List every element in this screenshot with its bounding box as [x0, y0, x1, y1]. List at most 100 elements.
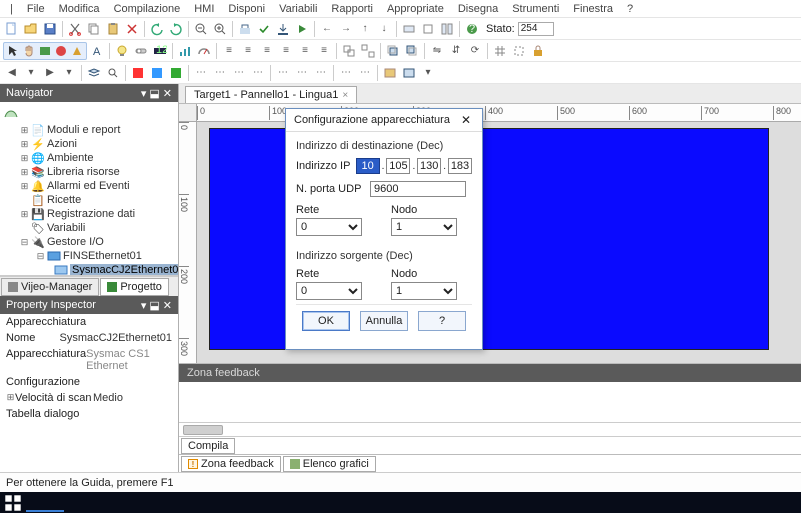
stato-input[interactable] — [518, 22, 554, 36]
align-bot-icon[interactable]: ≡ — [315, 42, 333, 60]
autohide-icon[interactable]: ⬓ — [149, 87, 159, 100]
color2-icon[interactable] — [148, 64, 166, 82]
misc5-icon[interactable]: ⋯ — [274, 64, 292, 82]
arrow-right-icon[interactable]: → — [337, 20, 355, 38]
tab-vijeo-manager[interactable]: Vijeo-Manager — [1, 278, 99, 296]
nav-back-icon[interactable]: ◀ — [3, 64, 21, 82]
misc9-icon[interactable]: ⋯ — [356, 64, 374, 82]
prop-app[interactable]: ApparecchiaturaSysmac CS1 Ethernet — [0, 346, 178, 374]
arrow-up-icon[interactable]: ↑ — [356, 20, 374, 38]
align-left-icon[interactable]: ≡ — [220, 42, 238, 60]
chart-icon[interactable] — [176, 42, 194, 60]
prop-tab[interactable]: Tabella dialogo — [0, 406, 178, 422]
align-mid-icon[interactable]: ≡ — [296, 42, 314, 60]
grid-icon[interactable] — [491, 42, 509, 60]
tool-c[interactable] — [438, 20, 456, 38]
misc6-icon[interactable]: ⋯ — [293, 64, 311, 82]
tree-ricette[interactable]: 📋Ricette — [0, 193, 178, 207]
misc2-icon[interactable]: ⋯ — [211, 64, 229, 82]
fb-tab-compila[interactable]: Compila — [181, 438, 235, 454]
ip-oct-4[interactable] — [448, 158, 472, 174]
lock-icon[interactable] — [529, 42, 547, 60]
new-icon[interactable] — [3, 20, 21, 38]
paste-icon[interactable] — [104, 20, 122, 38]
arrow-left-icon[interactable]: ← — [318, 20, 336, 38]
shape-poly-icon[interactable] — [69, 43, 85, 59]
tree-allarmi[interactable]: ⊞🔔Allarmi ed Eventi — [0, 179, 178, 193]
pin2-icon[interactable]: ▾ — [141, 299, 147, 312]
dialog-close-icon[interactable]: ✕ — [458, 113, 474, 127]
build-icon[interactable] — [236, 20, 254, 38]
align-right-icon[interactable]: ≡ — [258, 42, 276, 60]
prop-vel[interactable]: ⊞Velocità di scanMedio — [0, 390, 178, 406]
zoom-in-icon[interactable] — [211, 20, 229, 38]
misc10-icon[interactable] — [381, 64, 399, 82]
save-icon[interactable] — [41, 20, 59, 38]
validate-icon[interactable] — [255, 20, 273, 38]
autohide2-icon[interactable]: ⬓ — [149, 299, 159, 312]
misc1-icon[interactable]: ⋯ — [192, 64, 210, 82]
nav-dd-icon[interactable]: ▾ — [22, 64, 40, 82]
doc-tab-active[interactable]: Target1 - Pannello1 - Lingua1× — [185, 86, 357, 103]
copy-icon[interactable] — [85, 20, 103, 38]
src-rete-select[interactable]: 0 — [296, 282, 362, 300]
misc11-icon[interactable] — [400, 64, 418, 82]
misc8-icon[interactable]: ⋯ — [337, 64, 355, 82]
menu-finestra[interactable]: Finestra — [569, 2, 617, 16]
align-top-icon[interactable]: ≡ — [277, 42, 295, 60]
rotate-icon[interactable]: ⟳ — [466, 42, 484, 60]
misc7-icon[interactable]: ⋯ — [312, 64, 330, 82]
shape-circle-icon[interactable] — [53, 43, 69, 59]
close-tab-icon[interactable]: × — [342, 90, 348, 101]
menu-help[interactable]: ? — [623, 2, 637, 16]
tree-gestore[interactable]: ⊟🔌Gestore I/O — [0, 235, 178, 249]
prop-conf[interactable]: Configurazione — [0, 374, 178, 390]
text-icon[interactable]: A — [88, 42, 106, 60]
lamp-icon[interactable] — [113, 42, 131, 60]
cancel-button[interactable]: Annulla — [360, 311, 408, 331]
ip-oct-2[interactable] — [386, 158, 410, 174]
misc-dd-icon[interactable]: ▾ — [419, 64, 437, 82]
nav-fwd-icon[interactable]: ▶ — [41, 64, 59, 82]
menu-modifica[interactable]: Modifica — [55, 2, 104, 16]
misc3-icon[interactable]: ⋯ — [230, 64, 248, 82]
port-input[interactable] — [370, 181, 466, 197]
menu-disponi[interactable]: Disponi — [224, 2, 269, 16]
download-icon[interactable] — [274, 20, 292, 38]
tree-ambiente[interactable]: ⊞🌐Ambiente — [0, 151, 178, 165]
snap-icon[interactable] — [510, 42, 528, 60]
switch-icon[interactable] — [132, 42, 150, 60]
tool-b[interactable] — [419, 20, 437, 38]
dialog-title-bar[interactable]: Configurazione apparecchiatura ✕ — [286, 109, 482, 132]
tab-elenco-grafici[interactable]: Elenco grafici — [283, 456, 376, 472]
tree-azioni[interactable]: ⊞⚡Azioni — [0, 137, 178, 151]
arrow-down-icon[interactable]: ↓ — [375, 20, 393, 38]
menu-rapporti[interactable]: Rapporti — [327, 2, 377, 16]
ungroup-icon[interactable] — [359, 42, 377, 60]
tree-regdati[interactable]: ⊞💾Registrazione dati — [0, 207, 178, 221]
src-nodo-select[interactable]: 1 — [391, 282, 457, 300]
close2-icon[interactable]: ✕ — [163, 299, 172, 312]
redo-icon[interactable] — [167, 20, 185, 38]
hand-icon[interactable] — [21, 43, 37, 59]
tree-variabili[interactable]: 🏷Variabili — [0, 221, 178, 235]
misc4-icon[interactable]: ⋯ — [249, 64, 267, 82]
feedback-scrollbar[interactable] — [179, 422, 801, 436]
front-icon[interactable] — [384, 42, 402, 60]
open-icon[interactable] — [22, 20, 40, 38]
help-button[interactable]: ? — [418, 311, 466, 331]
help-icon[interactable]: ? — [463, 20, 481, 38]
pin-icon[interactable]: ▾ — [141, 87, 147, 100]
find-icon[interactable] — [104, 64, 122, 82]
tab-zona-feedback[interactable]: !Zona feedback — [181, 456, 281, 472]
gauge-icon[interactable] — [195, 42, 213, 60]
windows-start-icon[interactable] — [4, 494, 22, 512]
tree-fins[interactable]: ⊟FINSEthernet01 — [0, 249, 178, 263]
tree-moduli[interactable]: ⊞📄Moduli e report — [0, 123, 178, 137]
nav-dd2-icon[interactable]: ▾ — [60, 64, 78, 82]
cut-icon[interactable] — [66, 20, 84, 38]
tree-libreria[interactable]: ⊞📚Libreria risorse — [0, 165, 178, 179]
menu-hmi[interactable]: HMI — [190, 2, 218, 16]
tree-sysmac[interactable]: SysmacCJ2Ethernet01 [ — [0, 263, 178, 276]
ip-oct-1[interactable] — [356, 158, 380, 174]
